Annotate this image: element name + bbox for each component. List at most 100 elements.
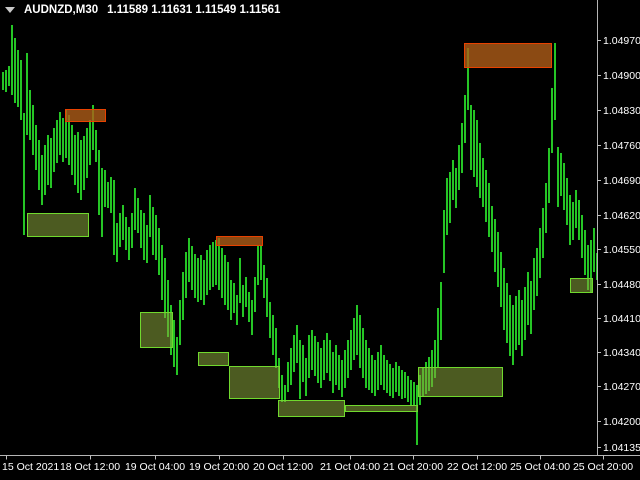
ohlc-bar (554, 43, 556, 120)
ohlc-bar (155, 215, 157, 260)
time-label: 25 Oct 20:00 (573, 461, 633, 473)
ohlc-bar (260, 245, 262, 280)
ohlc-bar (242, 285, 244, 317)
ohlc-bar (50, 138, 52, 188)
ohlc-bar (68, 115, 70, 165)
ohlc-bar (194, 254, 196, 298)
ohlc-bar (152, 207, 154, 255)
ohlc-bar (476, 120, 478, 187)
ohlc-bar (488, 183, 490, 237)
price-axis[interactable]: 1.04970 1.04900 1.04830 1.04760 1.04690 1.046… (597, 35, 640, 454)
price-label: 1.04550 (603, 244, 640, 256)
ohlc-bar (263, 265, 265, 298)
ohlc-bar (539, 228, 541, 278)
ohlc-bar (386, 360, 388, 393)
ohlc-bar (71, 125, 73, 175)
ohlc-bar (203, 260, 205, 305)
ohlc-bar (122, 205, 124, 240)
time-label: 19 Oct 04:00 (125, 461, 185, 473)
ohlc-bar (392, 368, 394, 398)
demand-zone-fill (140, 312, 173, 348)
price-label: 1.04480 (603, 279, 640, 291)
ohlc-bar (530, 281, 532, 334)
time-label: 19 Oct 20:00 (189, 461, 249, 473)
ohlc-bar (311, 330, 313, 370)
ohlc-bar (224, 255, 226, 305)
ohlc-bar (395, 362, 397, 392)
ohlc-bar (353, 318, 355, 360)
ohlc-bar (98, 150, 100, 215)
ohlc-bar (380, 345, 382, 385)
ohlc-bar (515, 296, 517, 350)
ohlc-bar (56, 120, 58, 163)
ohlc-bar (572, 202, 574, 240)
ohlc-bar (449, 172, 451, 223)
ohlc-bar (137, 198, 139, 233)
ohlc-bar (20, 60, 22, 120)
demand-zone-fill (27, 213, 89, 237)
price-label: 1.04200 (603, 416, 640, 428)
ohlc-bar (551, 88, 553, 153)
ohlc-bar (332, 352, 334, 393)
ohlc-bar (581, 215, 583, 258)
ohlc-bar (23, 113, 25, 235)
ohlc-bar (179, 300, 181, 345)
ohlc-bar (104, 170, 106, 207)
ohlc-bar (305, 358, 307, 396)
ohlc-bar (401, 370, 403, 399)
ohlc-bar (437, 308, 439, 368)
price-label: 1.04620 (603, 210, 640, 222)
ohlc-bar (266, 278, 268, 317)
ohlc-bar (350, 330, 352, 370)
ohlc-bar (542, 208, 544, 258)
price-bars (2, 25, 598, 445)
ohlc-bar (119, 213, 121, 247)
ohlc-bar (458, 145, 460, 190)
ohlc-bar (59, 112, 61, 155)
price-chart-canvas[interactable]: 1.04970 1.04900 1.04830 1.04760 1.04690 1.046… (0, 0, 640, 480)
time-label: 20 Oct 12:00 (253, 461, 313, 473)
ohlc-bar (161, 245, 163, 300)
ohlc-bar (593, 228, 595, 272)
ohlc-bar (287, 362, 289, 392)
ohlc-bar (173, 320, 175, 367)
ohlc-bar (32, 105, 34, 155)
ohlc-bar (164, 258, 166, 318)
ohlc-bar (191, 246, 193, 290)
ohlc-bar (281, 375, 283, 402)
ohlc-bar (89, 120, 91, 165)
supply-zone-fill (464, 43, 552, 68)
chart-title-bar: AUDNZD,M30 1.11589 1.11631 1.11549 1.115… (5, 4, 280, 16)
demand-zone (27, 213, 593, 417)
time-label: 21 Oct 04:00 (320, 461, 380, 473)
supply-zone-fill (216, 236, 263, 246)
ohlc-bar (227, 262, 229, 310)
ohlc-bar (557, 147, 559, 207)
symbol-dropdown-icon[interactable] (5, 7, 15, 13)
ohlc-bar (296, 325, 298, 363)
ohlc-bar (347, 340, 349, 378)
ohlc-bar (47, 135, 49, 185)
ohlc-bar (272, 315, 274, 355)
ohlc-bar (149, 195, 151, 237)
ohlc-bar (80, 140, 82, 200)
ohlc-bar (314, 336, 316, 376)
ohlc-bar (560, 153, 562, 196)
ohlc-bar (53, 128, 55, 172)
ohlc-bar (335, 345, 337, 385)
ohlc-bar (125, 217, 127, 250)
ohlc-bar (230, 280, 232, 320)
ohlc-bar (407, 376, 409, 402)
time-label: 22 Oct 12:00 (447, 461, 507, 473)
ohlc-bar (131, 213, 133, 248)
ohlc-bar (548, 148, 550, 203)
ohlc-bar (251, 300, 253, 335)
ohlc-bar (329, 340, 331, 381)
ohlc-bar (236, 295, 238, 325)
price-label: 1.04760 (603, 140, 640, 152)
time-axis[interactable]: 15 Oct 2021 18 Oct 12:00 19 Oct 04:00 19 Oc… (2, 455, 633, 474)
price-label: 1.04970 (603, 35, 640, 47)
ohlc-bar (29, 90, 31, 140)
ohlc-bar (413, 382, 415, 406)
ohlc-bar (188, 238, 190, 282)
